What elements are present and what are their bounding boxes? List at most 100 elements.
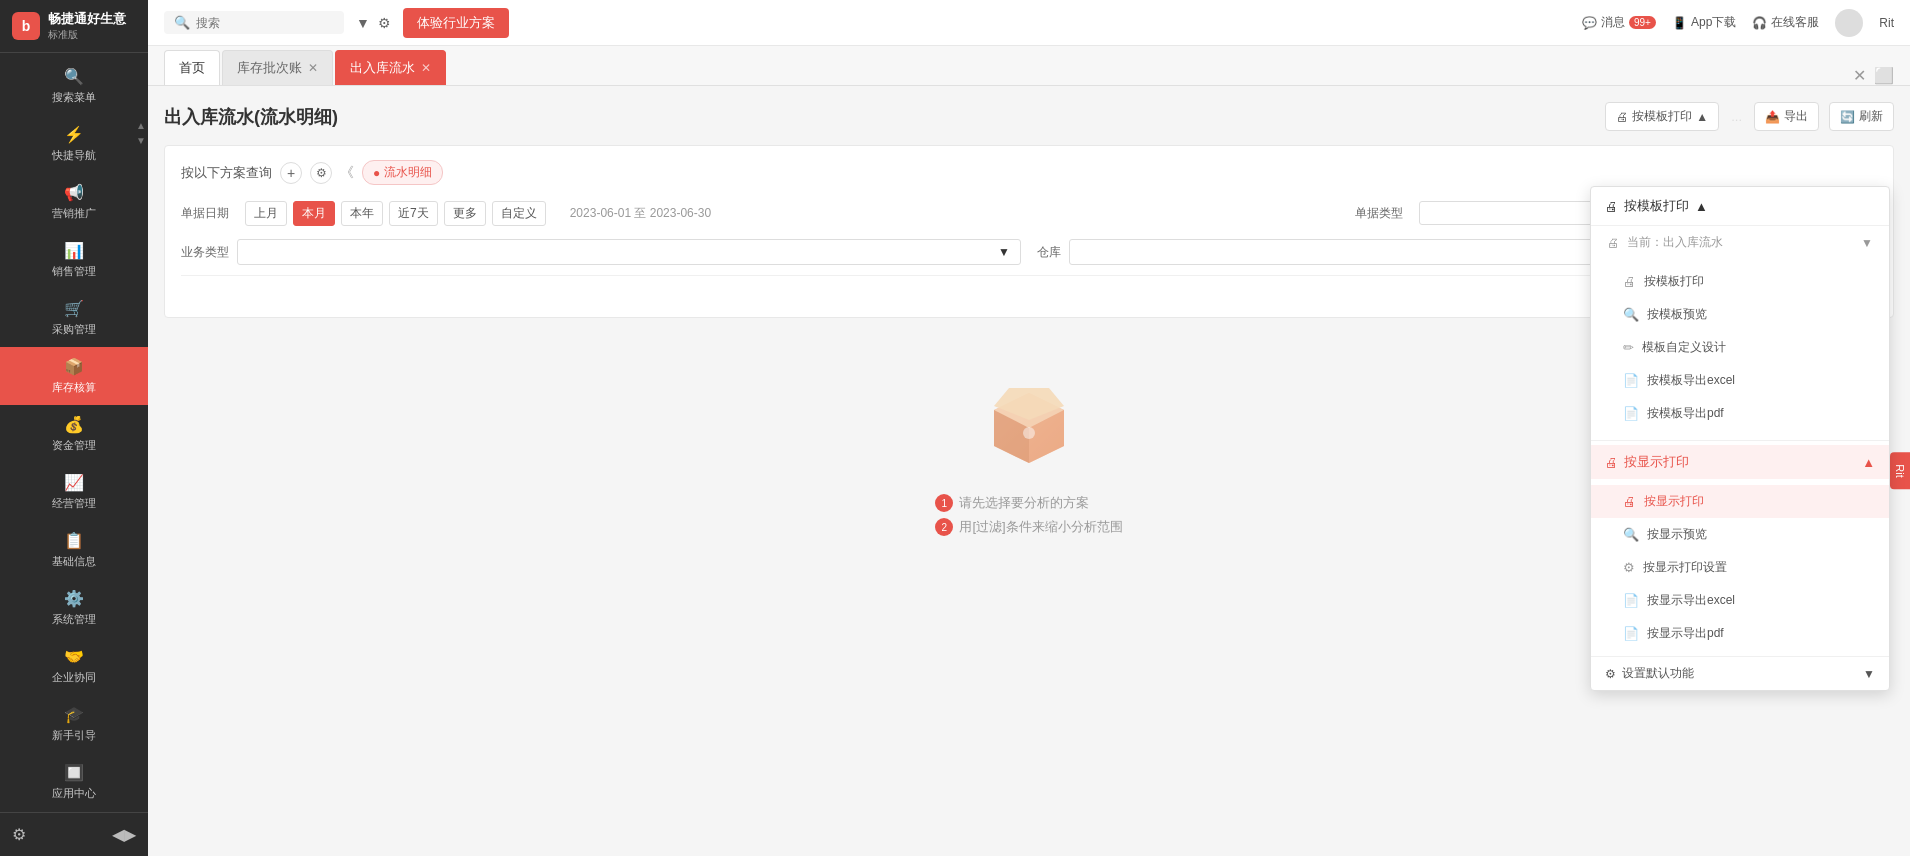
refresh-icon: 🔄	[1840, 110, 1855, 124]
sidebar-item-label-marketing: 营销推广	[52, 206, 96, 221]
sidebar-item-quick-nav[interactable]: ⚡ 快捷导航	[0, 115, 148, 173]
sidebar-scroll-up[interactable]: ▲	[136, 120, 146, 131]
app-download-button[interactable]: 📱 App下载	[1672, 14, 1736, 31]
sidebar-item-appcenter[interactable]: 🔲 应用中心	[0, 753, 148, 811]
right-edge-tab-label: Rit	[1894, 464, 1906, 477]
sidebar-item-label-quick-nav: 快捷导航	[52, 148, 96, 163]
dropdown-current-item[interactable]: 🖨 当前：出入库流水 ▼	[1591, 226, 1889, 259]
template-print-item[interactable]: 🖨 按模板打印	[1591, 265, 1889, 298]
search-nav-icon: 🔍	[64, 67, 84, 86]
topbar-right: 💬 消息 99+ 📱 App下载 🎧 在线客服 Rit	[1582, 9, 1894, 37]
bill-type-label: 单据类型	[1355, 205, 1403, 222]
empty-tips: 1 请先选择要分析的方案 2 用[过滤]条件来缩小分析范围	[935, 494, 1122, 542]
sidebar-item-marketing[interactable]: 📢 营销推广	[0, 173, 148, 231]
sidebar-item-search[interactable]: 🔍 搜索菜单	[0, 57, 148, 115]
template-print-icon: 🖨	[1623, 274, 1636, 289]
tab-batch[interactable]: 库存批次账 ✕	[222, 50, 333, 85]
template-print-label: 按模板打印	[1644, 273, 1704, 290]
display-export-pdf-item[interactable]: 📄 按显示导出pdf	[1591, 617, 1889, 650]
topbar-gear-icon[interactable]: ⚙	[378, 15, 391, 31]
tip-num-2: 2	[935, 518, 953, 536]
sidebar-logo: b 畅捷通好生意 标准版	[0, 0, 148, 53]
headphone-icon: 🎧	[1752, 16, 1767, 30]
sidebar-item-purchase[interactable]: 🛒 采购管理	[0, 289, 148, 347]
tab-home-label: 首页	[179, 59, 205, 77]
display-print-section-header[interactable]: 🖨 按显示打印 ▲	[1591, 445, 1889, 479]
date-btn-more[interactable]: 更多	[444, 201, 486, 226]
template-customize-item[interactable]: ✏ 模板自定义设计	[1591, 331, 1889, 364]
dropdown-panel-header[interactable]: 🖨 按模板打印 ▲	[1591, 187, 1889, 226]
business-type-select[interactable]: ▼	[237, 239, 1021, 265]
app-download-label: App下载	[1691, 14, 1736, 31]
message-icon: 💬	[1582, 16, 1597, 30]
filter-add-button[interactable]: +	[280, 162, 302, 184]
tab-flow[interactable]: 出入库流水 ✕	[335, 50, 446, 85]
date-btn-last-month[interactable]: 上月	[245, 201, 287, 226]
sidebar-scroll-down[interactable]: ▼	[136, 135, 146, 146]
export-button[interactable]: 📤 导出	[1754, 102, 1819, 131]
filter-settings-button[interactable]: ⚙	[310, 162, 332, 184]
right-edge-tab[interactable]: Rit	[1890, 452, 1910, 489]
page-actions: 🖨 按模板打印 ▲ ... 📤 导出 🔄 刷新	[1605, 102, 1894, 131]
customer-service-button[interactable]: 🎧 在线客服	[1752, 14, 1819, 31]
date-btn-7days[interactable]: 近7天	[389, 201, 438, 226]
search-input[interactable]	[196, 16, 334, 30]
footer-collapse-icon[interactable]: ◀▶	[112, 825, 136, 844]
template-export-excel-icon: 📄	[1623, 373, 1639, 388]
message-button[interactable]: 💬 消息 99+	[1582, 14, 1656, 31]
filter-expand-button[interactable]: 《	[340, 164, 354, 182]
print-template-button[interactable]: 🖨 按模板打印 ▲	[1605, 102, 1719, 131]
sidebar-item-basic[interactable]: 📋 基础信息	[0, 521, 148, 579]
tab-batch-close-icon[interactable]: ✕	[308, 61, 318, 75]
template-preview-item[interactable]: 🔍 按模板预览	[1591, 298, 1889, 331]
trial-button[interactable]: 体验行业方案	[403, 8, 509, 38]
marketing-icon: 📢	[64, 183, 84, 202]
user-avatar[interactable]	[1835, 9, 1863, 37]
sidebar-item-system[interactable]: ⚙️ 系统管理	[0, 579, 148, 637]
tab-flow-close-icon[interactable]: ✕	[421, 61, 431, 75]
sidebar-item-wechat[interactable]: 💬 企业微信	[0, 811, 148, 812]
sidebar-item-inventory[interactable]: 📦 库存核算	[0, 347, 148, 405]
display-export-excel-item[interactable]: 📄 按显示导出excel	[1591, 584, 1889, 617]
brand-name: 畅捷通好生意	[48, 10, 126, 28]
display-print-item[interactable]: 🖨 按显示打印	[1591, 485, 1889, 518]
date-btn-custom[interactable]: 自定义	[492, 201, 546, 226]
dropdown-footer[interactable]: ⚙ 设置默认功能 ▼	[1591, 656, 1889, 690]
template-export-excel-item[interactable]: 📄 按模板导出excel	[1591, 364, 1889, 397]
sidebar-item-label-basic: 基础信息	[52, 554, 96, 569]
topbar-search-box[interactable]: 🔍	[164, 11, 344, 34]
appcenter-icon: 🔲	[64, 763, 84, 782]
date-btn-this-year[interactable]: 本年	[341, 201, 383, 226]
template-preview-icon: 🔍	[1623, 307, 1639, 322]
sidebar-item-operation[interactable]: 📈 经营管理	[0, 463, 148, 521]
tab-home[interactable]: 首页	[164, 50, 220, 85]
sidebar-item-cooperation[interactable]: 🤝 企业协同	[0, 637, 148, 695]
template-customize-label: 模板自定义设计	[1642, 339, 1726, 356]
template-customize-icon: ✏	[1623, 340, 1634, 355]
display-preview-item[interactable]: 🔍 按显示预览	[1591, 518, 1889, 551]
dropdown-divider	[1591, 440, 1889, 441]
tip-text-1: 请先选择要分析的方案	[959, 494, 1089, 512]
business-type-col: 业务类型 ▼	[181, 239, 1021, 265]
display-print-settings-item[interactable]: ⚙ 按显示打印设置	[1591, 551, 1889, 584]
topbar-dropdown-icon[interactable]: ▼	[356, 15, 370, 31]
sidebar-item-sales[interactable]: 📊 销售管理	[0, 231, 148, 289]
sidebar-item-label-search: 搜索菜单	[52, 90, 96, 105]
tab-panel-close-icon[interactable]: ✕	[1853, 66, 1866, 85]
flow-tag[interactable]: ● 流水明细	[362, 160, 443, 185]
dropdown-footer-left: ⚙ 设置默认功能	[1605, 665, 1694, 682]
refresh-button[interactable]: 🔄 刷新	[1829, 102, 1894, 131]
filter-top-row: 按以下方案查询 + ⚙ 《 ● 流水明细	[181, 160, 1877, 185]
sidebar-item-finance[interactable]: 💰 资金管理	[0, 405, 148, 463]
default-settings-icon: ⚙	[1605, 667, 1616, 681]
tabs-bar: 首页 库存批次账 ✕ 出入库流水 ✕ ✕ ⬜	[148, 46, 1910, 86]
display-preview-icon: 🔍	[1623, 527, 1639, 542]
template-export-pdf-item[interactable]: 📄 按模板导出pdf	[1591, 397, 1889, 430]
sidebar-item-newbie[interactable]: 🎓 新手引导	[0, 695, 148, 753]
tab-panel-maximize-icon[interactable]: ⬜	[1874, 66, 1894, 85]
tip-num-1: 1	[935, 494, 953, 512]
tab-flow-label: 出入库流水	[350, 59, 415, 77]
footer-settings-icon[interactable]: ⚙	[12, 825, 26, 844]
message-label: 消息	[1601, 14, 1625, 31]
date-btn-this-month[interactable]: 本月	[293, 201, 335, 226]
